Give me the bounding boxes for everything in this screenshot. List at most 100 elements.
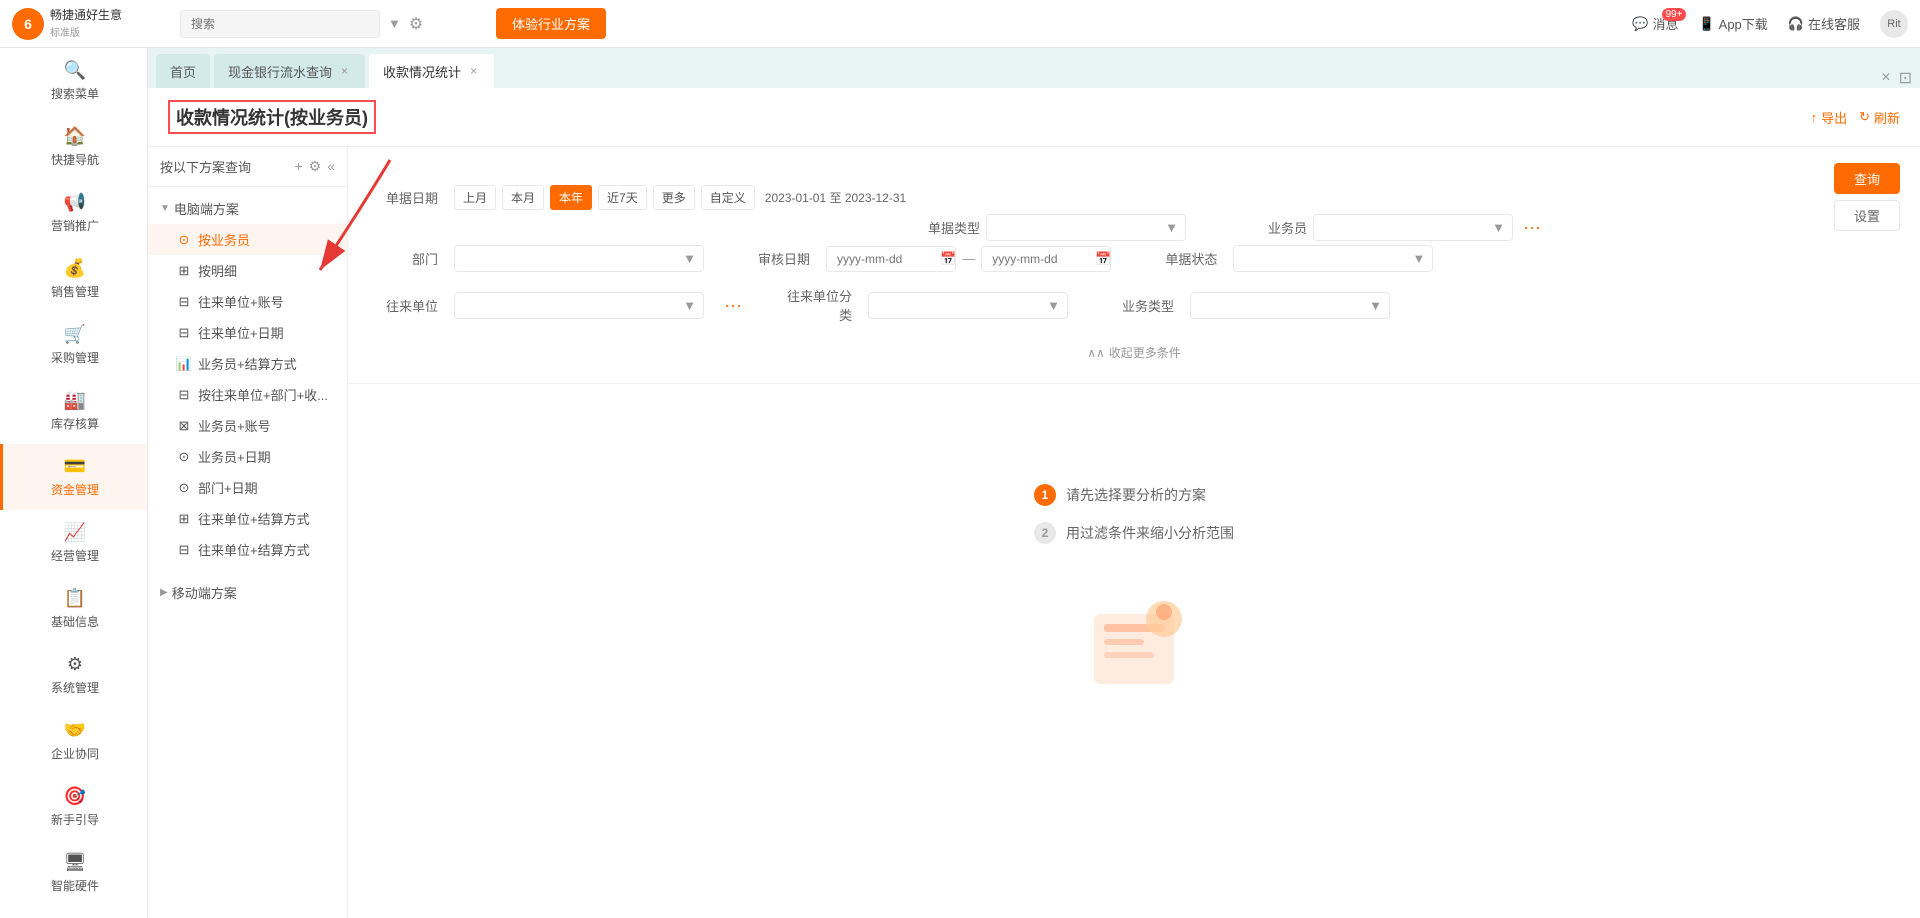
query-btn[interactable]: 查询 <box>1834 163 1900 194</box>
tab-bank-flow-close[interactable]: × <box>338 63 351 79</box>
date-dash: — <box>962 251 975 266</box>
partner-label: 往来单位 <box>368 296 438 315</box>
scheme-item-partner-dept[interactable]: ⊟ 按往来单位+部门+收... <box>148 379 347 410</box>
scheme-add-icon[interactable]: + <box>294 158 302 175</box>
sidebar-item-nav[interactable]: 🏠 快捷导航 <box>0 114 147 180</box>
biz-type-select[interactable] <box>1190 292 1390 319</box>
date-btn-last-7-days[interactable]: 近7天 <box>598 185 647 210</box>
finance-icon: 💳 <box>64 456 86 477</box>
sidebar-item-wechat[interactable]: 💬 企业微信 <box>0 906 147 918</box>
scheme-item-label-sp: 业务员+结算方式 <box>198 354 297 373</box>
sidebar-item-search[interactable]: 🔍 搜索菜单 <box>0 48 147 114</box>
date-btn-this-year[interactable]: 本年 <box>550 185 592 210</box>
message-item[interactable]: 💬 消息 99+ <box>1632 14 1678 33</box>
refresh-btn[interactable]: ↻ 刷新 <box>1859 108 1900 127</box>
step-num-2: 2 <box>1034 522 1056 544</box>
date-btn-custom[interactable]: 自定义 <box>701 185 755 210</box>
page-content: 收款情况统计(按业务员) ↑ 导出 ↻ 刷新 按以下方案查询 + <box>148 88 1920 918</box>
tab-collection-stats-close[interactable]: × <box>467 63 480 79</box>
trial-btn[interactable]: 体验行业方案 <box>496 8 606 39</box>
scheme-item-icon-pd: ⊟ <box>176 325 192 341</box>
biz-type-label: 业务类型 <box>1104 296 1174 315</box>
scheme-header-icons: + ⚙ « <box>294 158 335 175</box>
partner-more-btn[interactable]: ··· <box>720 295 746 316</box>
sidebar-item-finance[interactable]: 💳 资金管理 <box>0 444 147 510</box>
scheme-item-dept-date[interactable]: ⊙ 部门+日期 <box>148 472 347 503</box>
settings-btn[interactable]: 设置 <box>1834 200 1900 231</box>
empty-step-1: 1 请先选择要分析的方案 <box>1034 484 1206 506</box>
app-logo: 6 <box>12 8 44 40</box>
dropdown-icon[interactable]: ▼ <box>388 16 401 31</box>
sidebar-item-system[interactable]: ⚙ 系统管理 <box>0 642 147 708</box>
sales-icon: 💰 <box>64 258 86 279</box>
sidebar-item-purchase[interactable]: 🛒 采购管理 <box>0 312 147 378</box>
marketing-icon: 📢 <box>64 192 86 213</box>
dept-select-wrap: ▼ <box>454 245 704 272</box>
tab-maximize[interactable]: ⊡ <box>1899 68 1912 88</box>
sidebar-item-ops[interactable]: 📈 经营管理 <box>0 510 147 576</box>
sidebar-item-guide[interactable]: 🎯 新手引导 <box>0 774 147 840</box>
sidebar-item-base[interactable]: 📋 基础信息 <box>0 576 147 642</box>
empty-illustration <box>1074 584 1194 704</box>
tab-home[interactable]: 首页 <box>156 54 210 88</box>
doc-status-select[interactable] <box>1233 245 1433 272</box>
app-download-item[interactable]: 📱 App下载 <box>1698 14 1767 33</box>
review-date-to[interactable] <box>981 246 1111 272</box>
scheme-item-salesperson-acct[interactable]: ⊠ 业务员+账号 <box>148 410 347 441</box>
app-edition: 标准版 <box>50 24 122 39</box>
scheme-item-partner-acct[interactable]: ⊟ 往来单位+账号 <box>148 286 347 317</box>
sidebar-item-collab[interactable]: 🤝 企业协同 <box>0 708 147 774</box>
top-header: 6 畅捷通好生意 标准版 ▼ ⚙ 体验行业方案 💬 消息 99+ 📱 App下载… <box>0 0 1920 48</box>
scheme-item-icon-salesperson: ⊙ <box>176 232 192 248</box>
doc-type-select[interactable] <box>986 214 1186 241</box>
logo-area: 6 畅捷通好生意 标准版 <box>12 8 160 40</box>
salesperson-more-btn[interactable]: ··· <box>1519 217 1545 238</box>
date-btn-last-month[interactable]: 上月 <box>454 185 496 210</box>
sidebar-label-nav: 快捷导航 <box>51 151 99 168</box>
review-date-from[interactable] <box>826 246 956 272</box>
export-btn[interactable]: ↑ 导出 <box>1811 108 1848 127</box>
scheme-collapse-icon[interactable]: « <box>327 158 335 175</box>
scheme-item-salesperson-pay[interactable]: 📊 业务员+结算方式 <box>148 348 347 379</box>
tab-collection-stats[interactable]: 收款情况统计 × <box>369 54 494 88</box>
sidebar-item-marketing[interactable]: 📢 营销推广 <box>0 180 147 246</box>
online-service-item[interactable]: 🎧 在线客服 <box>1788 14 1860 33</box>
scheme-item-detail[interactable]: ⊞ 按明细 <box>148 255 347 286</box>
filter-row-1: 单据日期 上月 本月 本年 近7天 更多 自定义 2023-01-01 至 20… <box>368 163 1900 231</box>
doc-type-select-wrap: ▼ <box>986 214 1186 241</box>
tab-close-all[interactable]: × <box>1881 69 1890 87</box>
collapse-btn[interactable]: ∧∧ 收起更多条件 <box>368 338 1900 367</box>
sidebar-item-sales[interactable]: 💰 销售管理 <box>0 246 147 312</box>
tab-bank-flow[interactable]: 现金银行流水查询 × <box>214 54 365 88</box>
partner-select-wrap: ▼ <box>454 292 704 319</box>
sidebar-label-base: 基础信息 <box>51 613 99 630</box>
sidebar-label-inventory: 库存核算 <box>51 415 99 432</box>
page-header: 收款情况统计(按业务员) ↑ 导出 ↻ 刷新 <box>148 88 1920 147</box>
header-search-input[interactable] <box>180 10 380 38</box>
biz-type-wrap: ▼ <box>1190 292 1390 319</box>
sidebar-item-hardware[interactable]: 🖥 智能硬件 <box>0 840 147 906</box>
calendar-from-icon[interactable]: 📅 <box>940 251 956 267</box>
scheme-group-desktop-header[interactable]: ▼ 电脑端方案 <box>148 193 347 224</box>
scheme-item-partner-pay1[interactable]: ⊞ 往来单位+结算方式 <box>148 503 347 534</box>
doc-status-wrap: ▼ <box>1233 245 1433 272</box>
settings-icon[interactable]: ⚙ <box>409 14 423 34</box>
sidebar-label-sales: 销售管理 <box>51 283 99 300</box>
scheme-item-by-salesperson[interactable]: ⊙ 按业务员 <box>148 224 347 255</box>
date-btn-this-month[interactable]: 本月 <box>502 185 544 210</box>
scheme-group-mobile-header[interactable]: ▶ 移动端方案 <box>148 577 347 608</box>
scheme-item-partner-date[interactable]: ⊟ 往来单位+日期 <box>148 317 347 348</box>
date-btn-more[interactable]: 更多 <box>653 185 695 210</box>
export-label: 导出 <box>1821 108 1847 127</box>
user-avatar[interactable]: Rit <box>1880 10 1908 38</box>
download-icon: 📱 <box>1698 16 1714 32</box>
calendar-to-icon[interactable]: 📅 <box>1095 251 1111 267</box>
sidebar-item-inventory[interactable]: 🏭 库存核算 <box>0 378 147 444</box>
scheme-item-salesperson-date[interactable]: ⊙ 业务员+日期 <box>148 441 347 472</box>
salesperson-select[interactable] <box>1313 214 1513 241</box>
partner-category-select[interactable] <box>868 292 1068 319</box>
scheme-item-partner-pay2[interactable]: ⊟ 往来单位+结算方式 <box>148 534 347 565</box>
partner-select[interactable] <box>454 292 704 319</box>
scheme-settings-icon[interactable]: ⚙ <box>309 158 322 175</box>
dept-select[interactable] <box>454 245 704 272</box>
